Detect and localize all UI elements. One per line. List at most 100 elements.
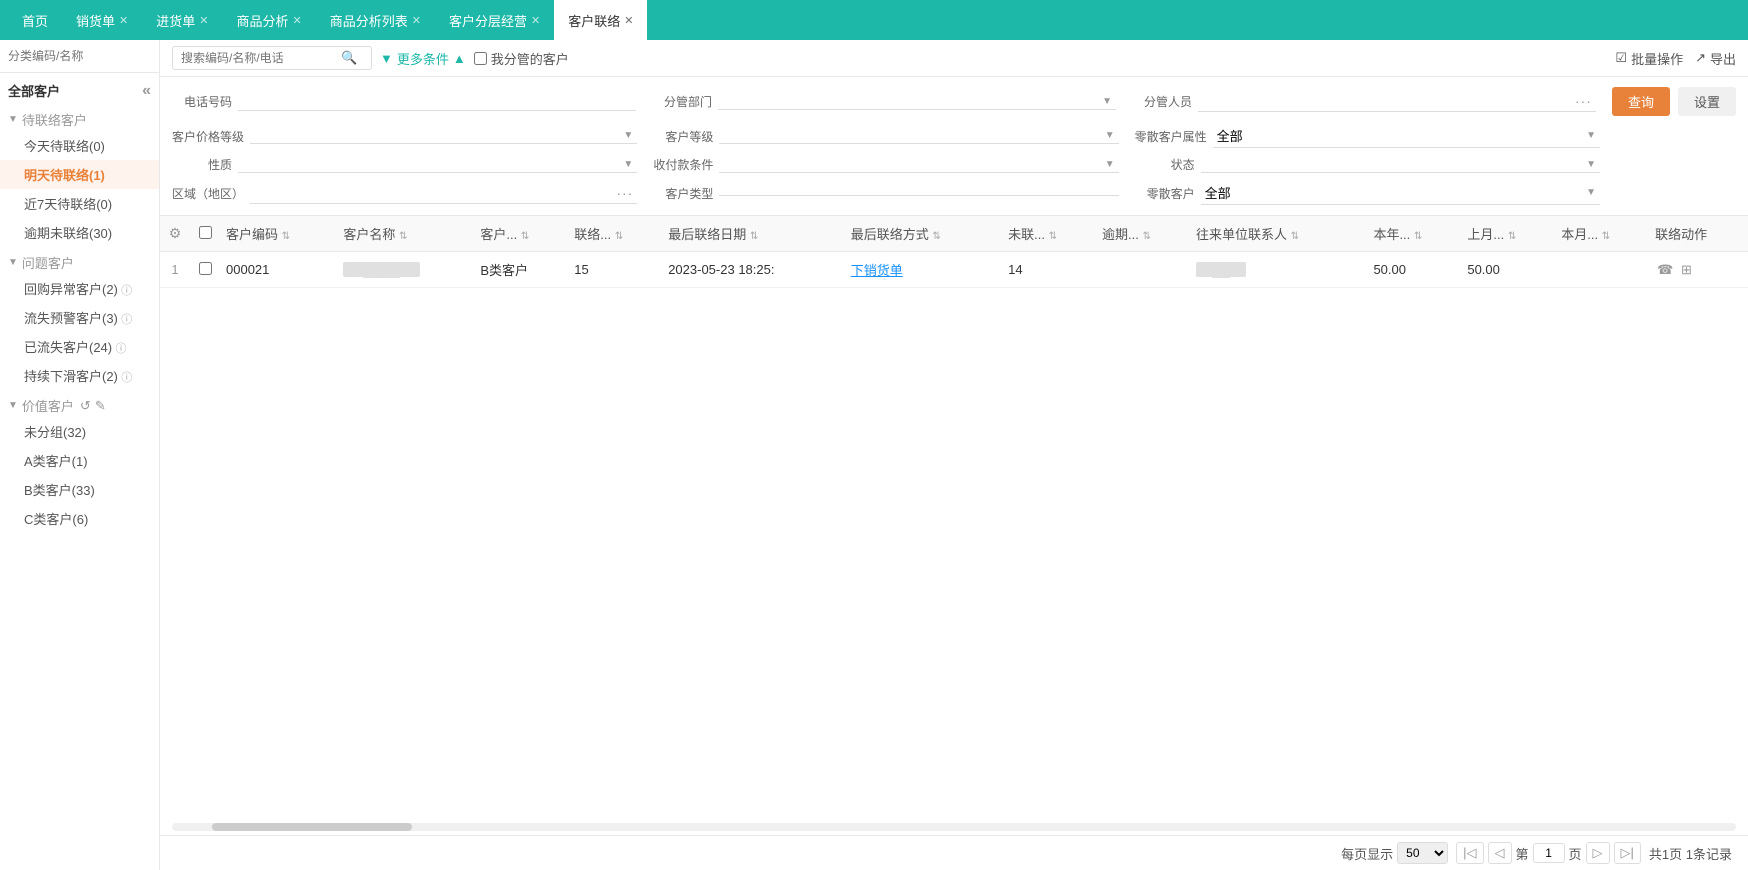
th-not-contact[interactable]: 未联... ⇅ [1002,216,1096,252]
nav-close-customer-contact[interactable]: ✕ [624,14,633,27]
manager-label: 分管人员 [1132,93,1192,110]
gear-settings-icon[interactable]: ⚙ [169,225,182,241]
th-last-month[interactable]: 上月... ⇅ [1461,216,1555,252]
th-type[interactable]: 客户... ⇅ [474,216,568,252]
th-unit-contact[interactable]: 往来单位联系人 ⇅ [1190,216,1368,252]
sidebar-item-class-c[interactable]: C类客户(6) [0,504,159,533]
nav-sales-order[interactable]: 销货单 ✕ [62,0,142,40]
status-select[interactable]: ▼ [1201,157,1600,173]
info-icon-churn-warning: ⓘ [121,314,132,326]
nav-product-analysis-list[interactable]: 商品分析列表 ✕ [316,0,435,40]
nav-close-product-analysis[interactable]: ✕ [293,14,302,27]
batch-operation-button[interactable]: ☑ 批量操作 [1615,49,1683,68]
my-customer-checkbox-area[interactable]: 我分管的客户 [474,49,569,68]
area-select[interactable]: ··· [250,183,637,204]
sidebar-item-repurchase-abnormal[interactable]: 回购异常客户(2) ⓘ [0,274,159,303]
th-last-date[interactable]: 最后联络日期 ⇅ [662,216,844,252]
cell-checkbox [190,252,220,288]
refresh-value-icon[interactable]: ↺ [80,398,91,414]
last-page-btn[interactable]: ▷| [1614,842,1641,864]
nav-close-sales-order[interactable]: ✕ [119,14,128,27]
sidebar-search-input[interactable] [8,49,160,63]
customer-type-select[interactable] [719,191,1118,196]
nav-close-purchase-order[interactable]: ✕ [199,14,208,27]
sidebar-item-ungrouped[interactable]: 未分组(32) [0,417,159,446]
th-action: 联络动作 [1649,216,1748,252]
cell-index: 1 [160,252,190,288]
action-contact-icon[interactable]: ☎ [1657,262,1673,277]
zero-customer-select[interactable]: 全部 ▼ [1201,181,1600,205]
customer-level-select[interactable]: ▼ [719,128,1118,144]
select-all-checkbox[interactable] [199,226,212,239]
row-checkbox-0[interactable] [199,262,212,275]
manager-select[interactable]: ··· [1198,91,1596,112]
nav-close-customer-tier[interactable]: ✕ [531,14,540,27]
price-level-select[interactable]: ▼ [250,128,637,144]
phone-input[interactable] [238,92,636,111]
price-level-label: 客户价格等级 [172,128,244,145]
my-customer-checkbox[interactable] [474,52,487,65]
chevron-up-icon: ▲ [453,51,466,66]
sidebar-item-churn-warning[interactable]: 流失预警客户(3) ⓘ [0,303,159,332]
dept-select-arrow: ▼ [1102,96,1112,107]
sidebar-item-churned[interactable]: 已流失客户(24) ⓘ [0,332,159,361]
action-more-icon[interactable]: ⊞ [1681,262,1692,277]
th-this-year[interactable]: 本年... ⇅ [1367,216,1461,252]
sort-icon-this-month: ⇅ [1602,231,1610,242]
horizontal-scrollbar [160,819,1748,835]
nav-customer-tier[interactable]: 客户分层经营 ✕ [435,0,554,40]
more-filter-button[interactable]: ▼ 更多条件 ▲ [380,49,466,68]
th-last-way[interactable]: 最后联络方式 ⇅ [845,216,1002,252]
page-size-area: 每页显示 50 100 200 [1341,842,1448,864]
sidebar-item-declining[interactable]: 持续下滑客户(2) ⓘ [0,361,159,390]
reset-button[interactable]: 设置 [1678,87,1736,116]
th-code[interactable]: 客户编码 ⇅ [220,216,337,252]
filter-icon: ▼ [380,51,393,66]
prev-page-btn[interactable]: ◁ [1488,842,1512,864]
sidebar-item-overdue-contact[interactable]: 逾期未联络(30) [0,218,159,247]
query-button[interactable]: 查询 [1612,87,1670,116]
status-arrow: ▼ [1586,159,1596,170]
sidebar-item-class-b[interactable]: B类客户(33) [0,475,159,504]
toolbar-search-icon[interactable]: 🔍 [341,50,357,66]
page-input[interactable] [1533,843,1565,863]
nav-home[interactable]: 首页 [8,0,62,40]
next-page-btn[interactable]: ▷ [1586,842,1610,864]
main-layout: 🔍 全部客户 « 待联络客户 今天待联络(0) 明天待联络(1) 近7天待联络(… [0,40,1748,870]
th-contact[interactable]: 联络... ⇅ [568,216,662,252]
scroll-track[interactable] [172,823,1736,831]
th-overdue[interactable]: 逾期... ⇅ [1096,216,1190,252]
zero-attr-select[interactable]: 全部 ▼ [1213,124,1600,148]
nav-close-product-analysis-list[interactable]: ✕ [412,14,421,27]
th-this-month[interactable]: 本月... ⇅ [1555,216,1649,252]
sidebar-item-class-a[interactable]: A类客户(1) [0,446,159,475]
sidebar-item-tomorrow-contact[interactable]: 明天待联络(1) [0,160,159,189]
filter-customer-level: 客户等级 ▼ [653,128,1118,145]
cell-this-month [1555,252,1649,288]
table-header-row: ⚙ 客户编码 ⇅ 客户名称 ⇅ [160,216,1748,252]
filter-row-2: 客户价格等级 ▼ 客户等级 ▼ 零散客户属性 全部 [172,124,1736,148]
payment-select[interactable]: ▼ [719,157,1118,173]
sidebar-collapse-btn[interactable]: « [142,82,151,100]
sidebar-item-7days-contact[interactable]: 近7天待联络(0) [0,189,159,218]
gender-select[interactable]: ▼ [238,157,637,173]
all-customers-label: 全部客户 [8,81,60,100]
cell-this-year: 50.00 [1367,252,1461,288]
cell-type: B类客户 [474,252,568,288]
scroll-thumb[interactable] [212,823,412,831]
dept-select[interactable]: ▼ [718,94,1116,110]
first-page-btn[interactable]: |◁ [1456,842,1483,864]
filter-manager: 分管人员 ··· [1132,91,1596,112]
filter-area: 区域（地区） ··· [172,183,637,204]
area-dots: ··· [616,185,633,201]
last-way-link[interactable]: 下销货单 [851,263,903,278]
sidebar-item-today-contact[interactable]: 今天待联络(0) [0,131,159,160]
th-name[interactable]: 客户名称 ⇅ [337,216,474,252]
nav-purchase-order[interactable]: 进货单 ✕ [142,0,222,40]
nav-customer-contact[interactable]: 客户联络 ✕ [554,0,647,40]
per-page-select[interactable]: 50 100 200 [1397,842,1448,864]
edit-value-icon[interactable]: ✎ [95,398,106,414]
export-button[interactable]: ↗ 导出 [1695,49,1736,68]
toolbar-search-input[interactable] [181,51,341,65]
nav-product-analysis[interactable]: 商品分析 ✕ [222,0,315,40]
